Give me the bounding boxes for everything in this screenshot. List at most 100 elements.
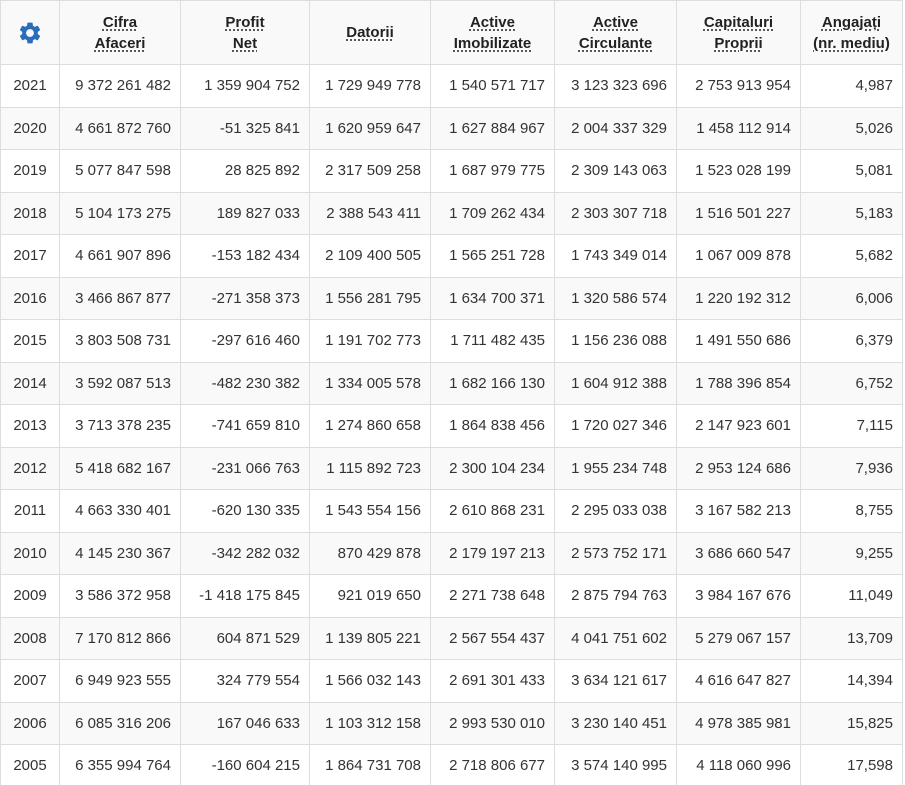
sort-link-angajati[interactable]: Angajați (nr. mediu) — [813, 12, 890, 54]
cell-datorii: 1 556 281 795 — [309, 276, 431, 320]
year-cell: 2021 — [0, 64, 60, 108]
column-header-cifra-afaceri[interactable]: Cifra Afaceri — [59, 0, 181, 65]
cell-capitaluri-proprii: 1 067 009 878 — [676, 234, 801, 278]
cell-angajati: 5,183 — [800, 191, 903, 235]
cell-active-imobilizate: 1 634 700 371 — [430, 276, 555, 320]
cell-profit-net: -741 659 810 — [180, 404, 310, 448]
settings-header-cell[interactable] — [0, 0, 60, 65]
cell-active-circulante: 3 230 140 451 — [554, 701, 677, 745]
cell-active-circulante: 3 123 323 696 — [554, 64, 677, 108]
cell-active-circulante: 1 955 234 748 — [554, 446, 677, 490]
cell-profit-net: -482 230 382 — [180, 361, 310, 405]
header-line-1: Profit — [225, 13, 265, 31]
cell-capitaluri-proprii: 4 118 060 996 — [676, 744, 801, 785]
column-header-capitaluri-proprii[interactable]: Capitaluri Proprii — [676, 0, 801, 65]
cell-datorii: 1 566 032 143 — [309, 659, 431, 703]
cell-active-circulante: 3 634 121 617 — [554, 659, 677, 703]
cell-profit-net: -51 325 841 — [180, 106, 310, 150]
cell-active-imobilizate: 2 567 554 437 — [430, 616, 555, 660]
cell-cifra-afaceri: 5 077 847 598 — [59, 149, 181, 193]
cell-profit-net: -231 066 763 — [180, 446, 310, 490]
cell-cifra-afaceri: 3 466 867 877 — [59, 276, 181, 320]
table-header: Cifra Afaceri Profit Net Datorii Active Imobil… — [0, 0, 903, 65]
header-row: Cifra Afaceri Profit Net Datorii Active Imobil… — [0, 0, 903, 65]
cell-cifra-afaceri: 3 592 087 513 — [59, 361, 181, 405]
cell-profit-net: -1 418 175 845 — [180, 574, 310, 618]
table-row: 2014 3 592 087 513 -482 230 382 1 334 005 5… — [0, 361, 903, 405]
header-line-1: Active — [592, 13, 638, 31]
sort-link-active-circulante[interactable]: Active Circulante — [579, 12, 652, 54]
cell-active-circulante: 2 573 752 171 — [554, 531, 677, 575]
cell-active-circulante: 1 743 349 014 — [554, 234, 677, 278]
table-row: 2015 3 803 508 731 -297 616 460 1 191 702 7… — [0, 319, 903, 363]
cell-capitaluri-proprii: 3 984 167 676 — [676, 574, 801, 618]
cell-active-imobilizate: 2 610 868 231 — [430, 489, 555, 533]
cell-active-circulante: 2 303 307 718 — [554, 191, 677, 235]
cell-active-imobilizate: 1 864 838 456 — [430, 404, 555, 448]
table-row: 2008 7 170 812 866 604 871 529 1 139 805 22… — [0, 616, 903, 660]
cell-cifra-afaceri: 4 661 907 896 — [59, 234, 181, 278]
sort-link-cifra-afaceri[interactable]: Cifra Afaceri — [95, 12, 146, 54]
year-cell: 2017 — [0, 234, 60, 278]
sort-link-active-imobilizate[interactable]: Active Imobilizate — [454, 12, 532, 54]
cell-datorii: 2 109 400 505 — [309, 234, 431, 278]
cell-active-imobilizate: 2 993 530 010 — [430, 701, 555, 745]
cell-capitaluri-proprii: 2 953 124 686 — [676, 446, 801, 490]
cell-active-imobilizate: 1 540 571 717 — [430, 64, 555, 108]
header-line-2: Imobilizate — [453, 34, 532, 52]
cell-datorii: 1 139 805 221 — [309, 616, 431, 660]
cell-profit-net: 189 827 033 — [180, 191, 310, 235]
cell-datorii: 1 543 554 156 — [309, 489, 431, 533]
cell-active-imobilizate: 1 565 251 728 — [430, 234, 555, 278]
cell-cifra-afaceri: 6 085 316 206 — [59, 701, 181, 745]
column-header-active-circulante[interactable]: Active Circulante — [554, 0, 677, 65]
cell-profit-net: -342 282 032 — [180, 531, 310, 575]
cell-cifra-afaceri: 3 713 378 235 — [59, 404, 181, 448]
cell-active-imobilizate: 2 718 806 677 — [430, 744, 555, 785]
cell-datorii: 1 115 892 723 — [309, 446, 431, 490]
table-row: 2013 3 713 378 235 -741 659 810 1 274 860 6… — [0, 404, 903, 448]
cell-angajati: 7,936 — [800, 446, 903, 490]
header-line-1: Angajați — [821, 13, 882, 31]
year-cell: 2006 — [0, 701, 60, 745]
cell-datorii: 1 620 959 647 — [309, 106, 431, 150]
column-header-active-imobilizate[interactable]: Active Imobilizate — [430, 0, 555, 65]
year-cell: 2009 — [0, 574, 60, 618]
year-cell: 2007 — [0, 659, 60, 703]
sort-link-datorii[interactable]: Datorii — [346, 22, 394, 43]
cell-profit-net: 324 779 554 — [180, 659, 310, 703]
cell-angajati: 8,755 — [800, 489, 903, 533]
cell-datorii: 870 429 878 — [309, 531, 431, 575]
cell-cifra-afaceri: 3 586 372 958 — [59, 574, 181, 618]
cell-angajati: 6,006 — [800, 276, 903, 320]
cell-active-imobilizate: 2 691 301 433 — [430, 659, 555, 703]
cell-angajati: 13,709 — [800, 616, 903, 660]
cell-cifra-afaceri: 4 145 230 367 — [59, 531, 181, 575]
cell-angajati: 5,682 — [800, 234, 903, 278]
table-row: 2016 3 466 867 877 -271 358 373 1 556 281 7… — [0, 276, 903, 320]
column-header-profit-net[interactable]: Profit Net — [180, 0, 310, 65]
cell-datorii: 921 019 650 — [309, 574, 431, 618]
column-header-angajati[interactable]: Angajați (nr. mediu) — [800, 0, 903, 65]
cell-capitaluri-proprii: 2 753 913 954 — [676, 64, 801, 108]
cell-capitaluri-proprii: 1 523 028 199 — [676, 149, 801, 193]
sort-link-capitaluri-proprii[interactable]: Capitaluri Proprii — [704, 12, 773, 54]
header-line-1: Active — [469, 13, 515, 31]
year-cell: 2020 — [0, 106, 60, 150]
header-line-2: Net — [232, 34, 258, 52]
sort-link-profit-net[interactable]: Profit Net — [225, 12, 264, 54]
cell-datorii: 1 864 731 708 — [309, 744, 431, 785]
financial-data-table: Cifra Afaceri Profit Net Datorii Active Imobil… — [0, 0, 903, 785]
gear-icon[interactable] — [17, 20, 43, 46]
header-line-2: Circulante — [578, 34, 653, 52]
column-header-datorii[interactable]: Datorii — [309, 0, 431, 65]
cell-active-imobilizate: 1 627 884 967 — [430, 106, 555, 150]
cell-datorii: 1 191 702 773 — [309, 319, 431, 363]
cell-profit-net: 167 046 633 — [180, 701, 310, 745]
cell-datorii: 2 388 543 411 — [309, 191, 431, 235]
cell-active-circulante: 1 320 586 574 — [554, 276, 677, 320]
cell-angajati: 6,752 — [800, 361, 903, 405]
table-row: 2009 3 586 372 958 -1 418 175 845 921 019 6… — [0, 574, 903, 618]
cell-capitaluri-proprii: 4 978 385 981 — [676, 701, 801, 745]
cell-profit-net: 604 871 529 — [180, 616, 310, 660]
